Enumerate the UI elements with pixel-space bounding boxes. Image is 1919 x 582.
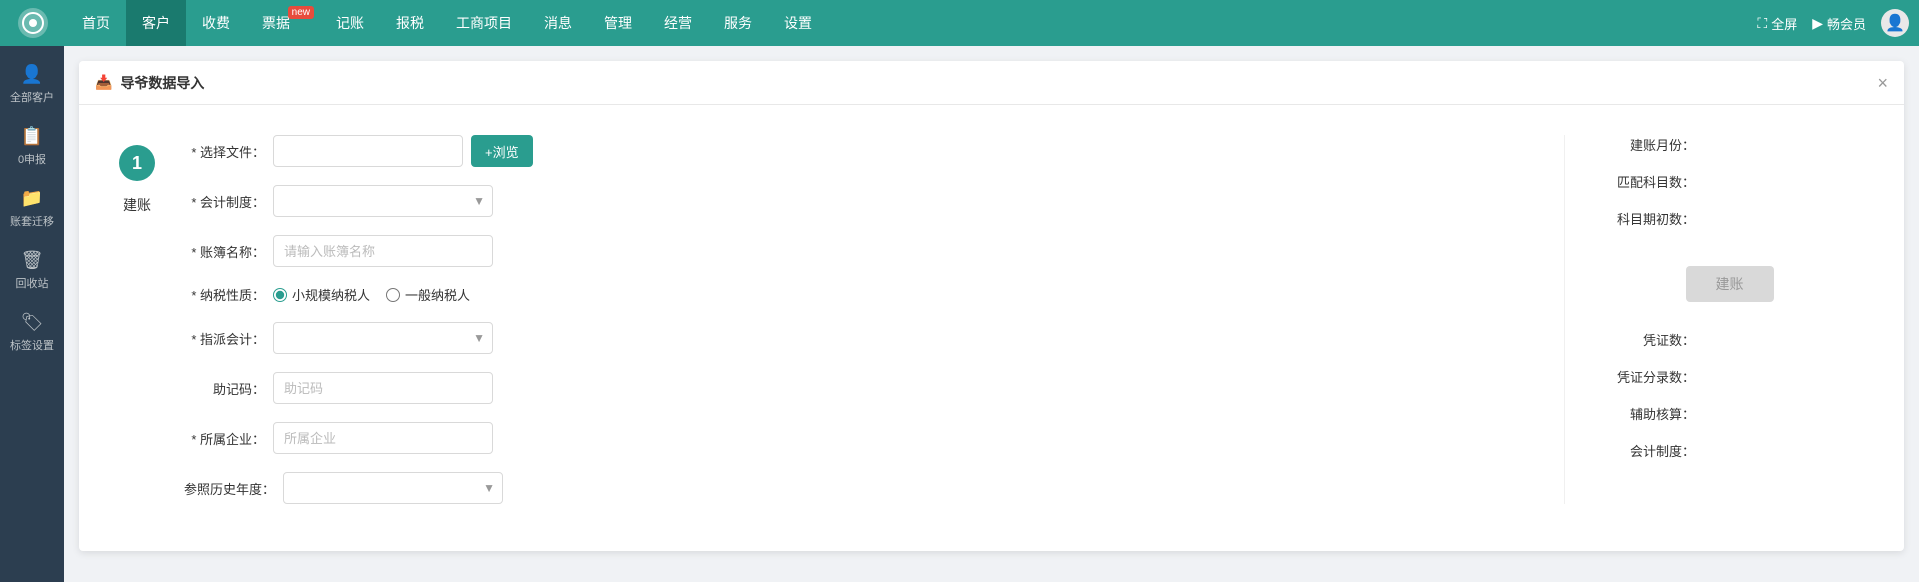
info-period-initial: 科目期初数： — [1595, 209, 1864, 228]
import-icon: 📥 — [95, 74, 112, 91]
accountant-select[interactable] — [273, 322, 493, 354]
info-voucher-entries-label: 凭证分录数： — [1595, 367, 1695, 386]
info-match-subjects: 匹配科目数： — [1595, 172, 1864, 191]
info-match-subjects-label: 匹配科目数： — [1595, 172, 1695, 191]
nav-service[interactable]: 服务 — [708, 0, 768, 46]
file-row: * 选择文件： +浏览 — [175, 135, 1564, 167]
nav-badge-new: new — [288, 6, 314, 19]
nav-manage[interactable]: 管理 — [588, 0, 648, 46]
accountant-row: * 指派会计： ▼ — [175, 322, 1564, 354]
form-section: * 选择文件： +浏览 * 会计制度： ▼ — [175, 135, 1564, 504]
accounting-system-select-wrapper: ▼ — [273, 185, 493, 217]
sidebar-item-ledger-migration[interactable]: 📁 账套迁移 — [0, 180, 64, 237]
info-vouchers: 凭证数： — [1595, 330, 1864, 349]
assistant-code-input[interactable] — [273, 372, 493, 404]
close-button[interactable]: × — [1877, 73, 1888, 94]
sidebar-item-all-customers[interactable]: 👤 全部客户 — [0, 56, 64, 113]
assistant-code-row: 助记码： — [175, 372, 1564, 404]
history-year-select[interactable] — [283, 472, 503, 504]
assistant-code-label: 助记码： — [175, 379, 265, 398]
info-month-label: 建账月份： — [1595, 135, 1695, 154]
nav-settings[interactable]: 设置 — [768, 0, 828, 46]
tax-radio-general[interactable]: 一般纳税人 — [386, 285, 470, 304]
info-vouchers-label: 凭证数： — [1595, 330, 1695, 349]
tax-radio-group: 小规模纳税人 一般纳税人 — [273, 285, 1564, 304]
dialog-header: 📥 导爷数据导入 × — [79, 61, 1904, 105]
info-month: 建账月份： — [1595, 135, 1864, 154]
nav-right: ⛶ 全屏 ▶ 畅会员 👤 — [1757, 9, 1909, 37]
vip-button[interactable]: ▶ 畅会员 — [1812, 14, 1866, 33]
top-navigation: 首页 客户 收费 票据 new 记账 报税 工商项目 消息 管理 经营 服务 设… — [0, 0, 1919, 46]
company-label: * 所属企业： — [175, 429, 265, 448]
nav-fee[interactable]: 收费 — [186, 0, 246, 46]
accountant-label: * 指派会计： — [175, 329, 265, 348]
vip-icon: ▶ — [1812, 15, 1823, 32]
import-dialog: 📥 导爷数据导入 × 1 建账 * 选择文件： +浏览 — [79, 61, 1904, 551]
file-label: * 选择文件： — [175, 142, 265, 161]
browse-button[interactable]: +浏览 — [471, 135, 533, 167]
step-badge: 1 — [119, 145, 155, 181]
tax-radio-small[interactable]: 小规模纳税人 — [273, 285, 370, 304]
tax-type-label: * 纳税性质： — [175, 285, 265, 304]
nav-message[interactable]: 消息 — [528, 0, 588, 46]
main-content: 📥 导爷数据导入 × 1 建账 * 选择文件： +浏览 — [64, 46, 1919, 582]
history-year-select-wrapper: ▼ — [283, 472, 503, 504]
accountant-select-wrapper: ▼ — [273, 322, 493, 354]
history-year-row: 参照历史年度： ▼ — [175, 472, 1564, 504]
accounting-system-row: * 会计制度： ▼ — [175, 185, 1564, 217]
app-logo — [10, 0, 56, 46]
fullscreen-button[interactable]: ⛶ 全屏 — [1757, 14, 1797, 33]
history-year-label: 参照历史年度： — [175, 479, 275, 498]
info-accounting-system: 会计制度： — [1595, 441, 1864, 460]
right-section: 建账月份： 匹配科目数： 科目期初数： 建账 凭证数： — [1564, 135, 1864, 504]
file-input[interactable] — [273, 135, 463, 167]
dialog-body: 1 建账 * 选择文件： +浏览 * 会计制度： — [79, 105, 1904, 534]
sidebar-item-recycle[interactable]: 🗑 回收站 — [0, 242, 64, 299]
user-avatar[interactable]: 👤 — [1881, 9, 1909, 37]
nav-tax[interactable]: 报税 — [380, 0, 440, 46]
nav-ticket[interactable]: 票据 new — [246, 0, 320, 46]
avatar-icon: 👤 — [1885, 13, 1905, 33]
ledger-name-input[interactable] — [273, 235, 493, 267]
zero-declaration-icon: 📋 — [21, 126, 43, 147]
tax-type-row: * 纳税性质： 小规模纳税人 一般纳税人 — [175, 285, 1564, 304]
info-accounting-system-label: 会计制度： — [1595, 441, 1695, 460]
all-customers-icon: 👤 — [21, 64, 43, 85]
sidebar-item-zero-declaration[interactable]: 📋 0申报 — [0, 118, 64, 175]
accounting-system-select[interactable] — [273, 185, 493, 217]
ledger-migration-icon: 📁 — [21, 188, 43, 209]
ledger-name-row: * 账簿名称： — [175, 235, 1564, 267]
sidebar-item-tag-settings[interactable]: 🏷 标签设置 — [0, 304, 64, 361]
nav-operation[interactable]: 经营 — [648, 0, 708, 46]
step-label: 建账 — [123, 195, 151, 215]
dialog-title: 导爷数据导入 — [120, 73, 204, 93]
step-section: 1 建账 * 选择文件： +浏览 * 会计制度： — [119, 135, 1564, 504]
info-aux-accounting: 辅助核算： — [1595, 404, 1864, 423]
info-period-initial-label: 科目期初数： — [1595, 209, 1695, 228]
info-voucher-entries: 凭证分录数： — [1595, 367, 1864, 386]
ledger-name-label: * 账簿名称： — [175, 242, 265, 261]
recycle-icon: 🗑 — [21, 250, 44, 271]
nav-business[interactable]: 工商项目 — [440, 0, 528, 46]
company-input[interactable] — [273, 422, 493, 454]
fullscreen-icon: ⛶ — [1757, 15, 1767, 32]
info-aux-accounting-label: 辅助核算： — [1595, 404, 1695, 423]
nav-customer[interactable]: 客户 — [126, 0, 186, 46]
tag-settings-icon: 🏷 — [21, 312, 44, 333]
nav-items: 首页 客户 收费 票据 new 记账 报税 工商项目 消息 管理 经营 服务 设… — [66, 0, 1757, 46]
sidebar: 👤 全部客户 📋 0申报 📁 账套迁移 🗑 回收站 🏷 标签设置 — [0, 46, 64, 582]
nav-bookkeeping[interactable]: 记账 — [320, 0, 380, 46]
nav-home[interactable]: 首页 — [66, 0, 126, 46]
company-row: * 所属企业： — [175, 422, 1564, 454]
create-account-button[interactable]: 建账 — [1686, 266, 1774, 302]
accounting-system-label: * 会计制度： — [175, 192, 265, 211]
